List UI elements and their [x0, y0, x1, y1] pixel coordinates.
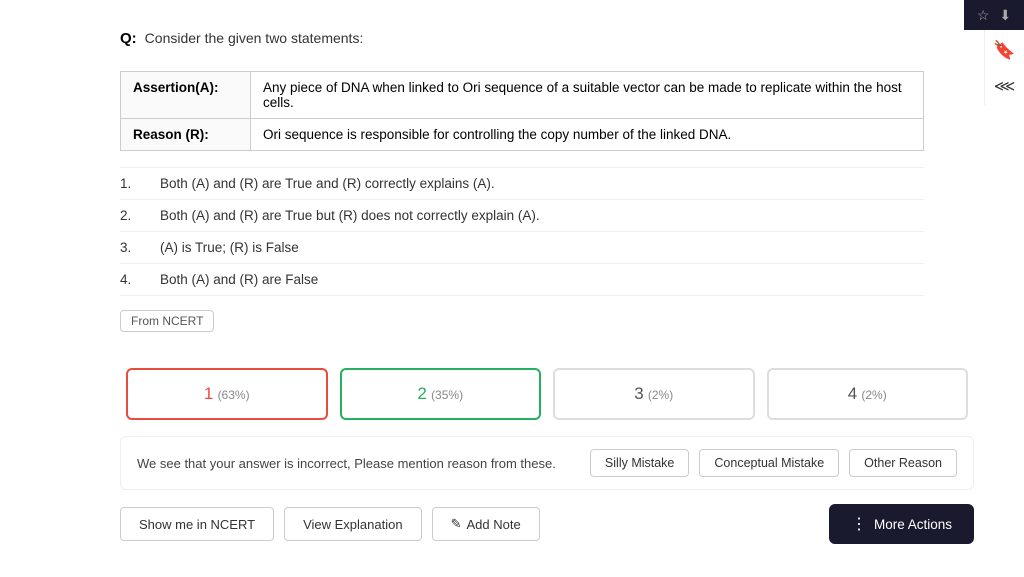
reason-btn-other-reason[interactable]: Other Reason — [849, 449, 957, 477]
bottom-actions: Show me in NCERT View Explanation ✎ Add Not… — [120, 504, 974, 554]
bookmark-icon[interactable]: 🔖 — [993, 40, 1015, 61]
option-item[interactable]: 1.Both (A) and (R) are True and (R) corr… — [120, 167, 924, 200]
question-intro: Consider the given two statements: — [145, 30, 364, 46]
star-icon[interactable]: ☆ — [977, 7, 990, 24]
answer-percent: (2%) — [648, 388, 673, 402]
reason-btn-silly-mistake[interactable]: Silly Mistake — [590, 449, 689, 477]
answer-num: 4 — [848, 384, 857, 403]
option-text: Both (A) and (R) are True but (R) does n… — [160, 208, 540, 223]
answer-row: 1 (63%)2 (35%)3 (2%)4 (2%) — [120, 368, 974, 420]
option-item[interactable]: 3.(A) is True; (R) is False — [120, 232, 924, 264]
assertion-label: Assertion(A): — [121, 72, 251, 119]
option-item[interactable]: 4.Both (A) and (R) are False — [120, 264, 924, 296]
action-label: Add Note — [466, 517, 520, 532]
action-btn-add-note[interactable]: ✎ Add Note — [432, 507, 540, 541]
answer-percent: (63%) — [218, 388, 250, 402]
option-item[interactable]: 2.Both (A) and (R) are True but (R) does… — [120, 200, 924, 232]
reason-buttons: Silly Mistake Conceptual Mistake Other Rea… — [590, 449, 957, 477]
share-icon[interactable]: ⋘ — [994, 77, 1015, 95]
answer-option-4[interactable]: 4 (2%) — [767, 368, 969, 420]
top-bar: ☆ ⬇ — [964, 0, 1024, 30]
more-actions-label: More Actions — [874, 517, 952, 532]
download-icon[interactable]: ⬇ — [999, 7, 1011, 24]
option-num: 4. — [120, 272, 160, 287]
answer-option-3[interactable]: 3 (2%) — [553, 368, 755, 420]
option-num: 3. — [120, 240, 160, 255]
incorrect-message: We see that your answer is incorrect, Pl… — [137, 456, 556, 471]
more-actions-button[interactable]: ⋮ More Actions — [829, 504, 974, 544]
answer-num: 1 — [204, 384, 213, 403]
option-num: 1. — [120, 176, 160, 191]
bottom-left-actions: Show me in NCERT View Explanation ✎ Add Not… — [120, 507, 540, 541]
reason-label: Reason (R): — [121, 119, 251, 151]
option-num: 2. — [120, 208, 160, 223]
answer-num: 2 — [417, 384, 426, 403]
question-area: Q: Consider the given two statements: As… — [0, 0, 984, 368]
answer-percent: (35%) — [431, 388, 463, 402]
more-actions-icon: ⋮ — [851, 514, 868, 534]
action-btn-show-me-in-ncert[interactable]: Show me in NCERT — [120, 507, 274, 541]
reason-btn-conceptual-mistake[interactable]: Conceptual Mistake — [699, 449, 839, 477]
reason-text: Ori sequence is responsible for controll… — [251, 119, 924, 151]
answer-option-1[interactable]: 1 (63%) — [126, 368, 328, 420]
answer-num: 3 — [634, 384, 643, 403]
assertion-table: Assertion(A): Any piece of DNA when link… — [120, 71, 924, 151]
answer-option-2[interactable]: 2 (35%) — [340, 368, 542, 420]
action-label: Show me in NCERT — [139, 517, 255, 532]
right-sidebar: 🔖 ⋘ — [984, 30, 1024, 105]
option-text: Both (A) and (R) are False — [160, 272, 318, 287]
action-icon: ✎ — [451, 516, 462, 532]
options-list: 1.Both (A) and (R) are True and (R) corr… — [120, 167, 924, 296]
assertion-row: Assertion(A): Any piece of DNA when link… — [121, 72, 924, 119]
option-text: Both (A) and (R) are True and (R) correc… — [160, 176, 495, 191]
option-text: (A) is True; (R) is False — [160, 240, 299, 255]
reason-row: Reason (R): Ori sequence is responsible … — [121, 119, 924, 151]
action-label: View Explanation — [303, 517, 403, 532]
ncert-badge[interactable]: From NCERT — [120, 310, 214, 332]
action-btn-view-explanation[interactable]: View Explanation — [284, 507, 422, 541]
question-label: Q: — [120, 30, 137, 47]
assertion-text: Any piece of DNA when linked to Ori sequ… — [251, 72, 924, 119]
incorrect-row: We see that your answer is incorrect, Pl… — [120, 436, 974, 490]
answer-percent: (2%) — [861, 388, 886, 402]
